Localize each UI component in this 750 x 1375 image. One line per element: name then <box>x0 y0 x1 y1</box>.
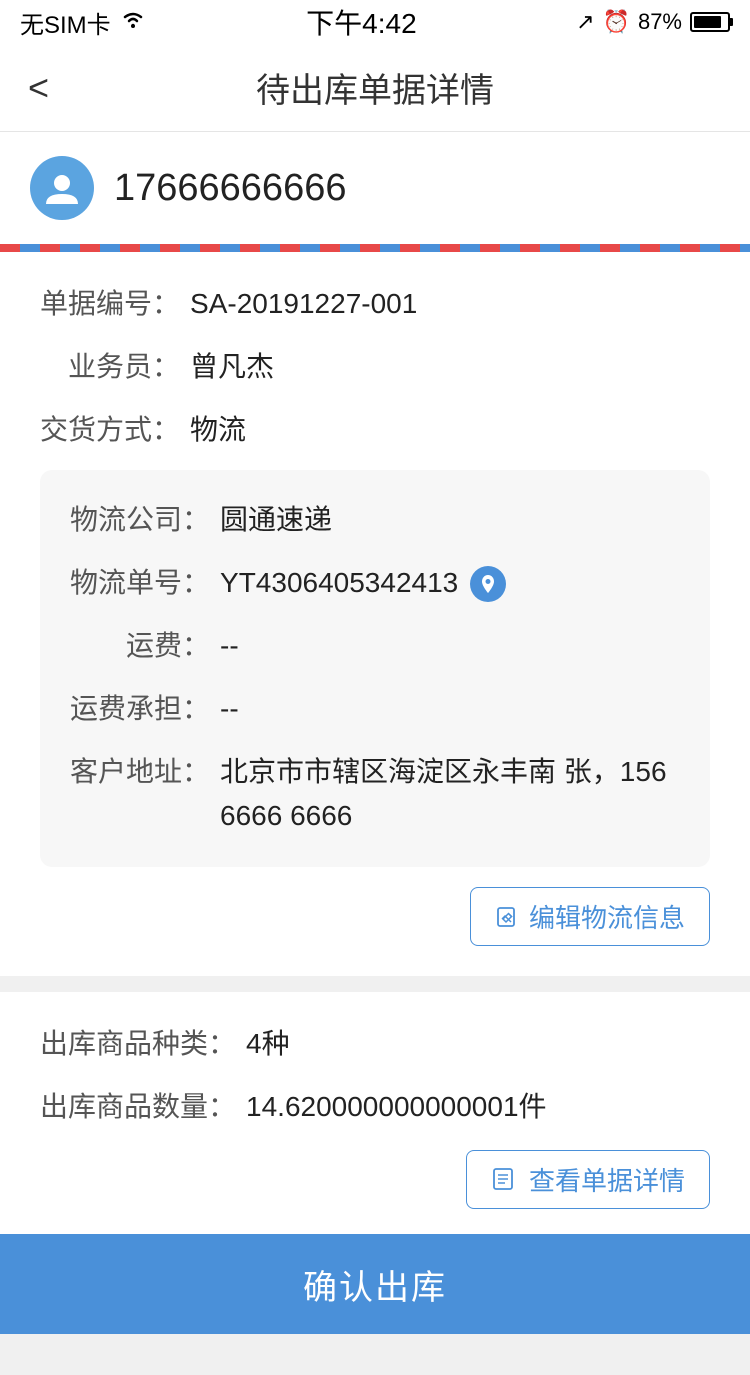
document-icon <box>491 1167 519 1191</box>
status-left: 无SIM卡 <box>20 5 147 40</box>
carrier-text: 无SIM卡 <box>20 5 111 40</box>
logistics-card: 物流公司： 圆通速递 物流单号： YT4306405342413 运费： <box>40 470 710 867</box>
freight-bearer-label: 运费承担： <box>70 687 210 732</box>
content: 17666666666 单据编号： SA-20191227-001 业务员： 曾… <box>0 132 750 1375</box>
confirm-label: 确认出库 <box>303 1260 447 1309</box>
status-bar: 无SIM卡 下午4:42 ↗ ⏰ 87% <box>0 0 750 44</box>
user-phone: 17666666666 <box>114 167 346 210</box>
freight-value: -- <box>210 624 680 669</box>
address-label: 客户地址： <box>70 750 210 795</box>
edit-btn-row: 编辑物流信息 <box>40 887 710 946</box>
salesman-label: 业务员： <box>40 345 180 390</box>
doc-number-label: 单据编号： <box>40 282 180 327</box>
user-card: 17666666666 <box>0 132 750 244</box>
freight-label: 运费： <box>70 624 210 669</box>
quantity-label: 出库商品数量： <box>40 1085 236 1130</box>
quantity-row: 出库商品数量： 14.620000000000001件 <box>40 1085 710 1130</box>
address-row: 客户地址： 北京市市辖区海淀区永丰南 张，156 6666 6666 <box>70 750 680 840</box>
alarm-icon: ⏰ <box>603 9 630 35</box>
page-title: 待出库单据详情 <box>256 63 494 112</box>
delivery-label: 交货方式： <box>40 408 180 453</box>
view-btn-row: 查看单据详情 <box>40 1150 710 1209</box>
freight-row: 运费： -- <box>70 624 680 669</box>
edit-logistics-button[interactable]: 编辑物流信息 <box>470 887 710 946</box>
delivery-row: 交货方式： 物流 <box>40 408 710 453</box>
delivery-value: 物流 <box>180 408 710 453</box>
stats-section: 出库商品种类： 4种 出库商品数量： 14.620000000000001件 查… <box>0 992 750 1239</box>
logistics-company-value: 圆通速递 <box>210 498 680 543</box>
view-detail-button[interactable]: 查看单据详情 <box>466 1150 710 1209</box>
basic-info-section: 单据编号： SA-20191227-001 业务员： 曾凡杰 交货方式： 物流 … <box>0 252 750 976</box>
tracking-value: YT4306405342413 <box>210 561 680 606</box>
tracking-location-icon[interactable] <box>470 566 506 602</box>
tracking-row: 物流单号： YT4306405342413 <box>70 561 680 606</box>
freight-bearer-row: 运费承担： -- <box>70 687 680 732</box>
nav-bar: < 待出库单据详情 <box>0 44 750 132</box>
category-value: 4种 <box>236 1022 710 1067</box>
logistics-company-row: 物流公司： 圆通速递 <box>70 498 680 543</box>
wifi-icon <box>119 8 147 36</box>
back-button[interactable]: < <box>28 67 49 109</box>
logistics-company-label: 物流公司： <box>70 498 210 543</box>
avatar <box>30 156 94 220</box>
view-detail-label: 查看单据详情 <box>529 1161 685 1198</box>
category-row: 出库商品种类： 4种 <box>40 1022 710 1067</box>
location-status-icon: ↗ <box>576 9 594 35</box>
battery-percent: 87% <box>638 9 682 35</box>
salesman-value: 曾凡杰 <box>180 345 710 390</box>
dashed-divider <box>0 244 750 252</box>
freight-bearer-value: -- <box>210 687 680 732</box>
edit-icon <box>495 905 519 929</box>
salesman-row: 业务员： 曾凡杰 <box>40 345 710 390</box>
time-display: 下午4:42 <box>306 2 417 42</box>
tracking-label: 物流单号： <box>70 561 210 606</box>
confirm-button[interactable]: 确认出库 <box>0 1234 750 1334</box>
quantity-value: 14.620000000000001件 <box>236 1085 710 1130</box>
doc-number-row: 单据编号： SA-20191227-001 <box>40 282 710 327</box>
address-value: 北京市市辖区海淀区永丰南 张，156 6666 6666 <box>210 750 680 840</box>
doc-number-value: SA-20191227-001 <box>180 282 710 327</box>
status-right: ↗ ⏰ 87% <box>576 9 730 35</box>
category-label: 出库商品种类： <box>40 1022 236 1067</box>
edit-logistics-label: 编辑物流信息 <box>529 898 685 935</box>
battery-icon <box>690 12 730 32</box>
